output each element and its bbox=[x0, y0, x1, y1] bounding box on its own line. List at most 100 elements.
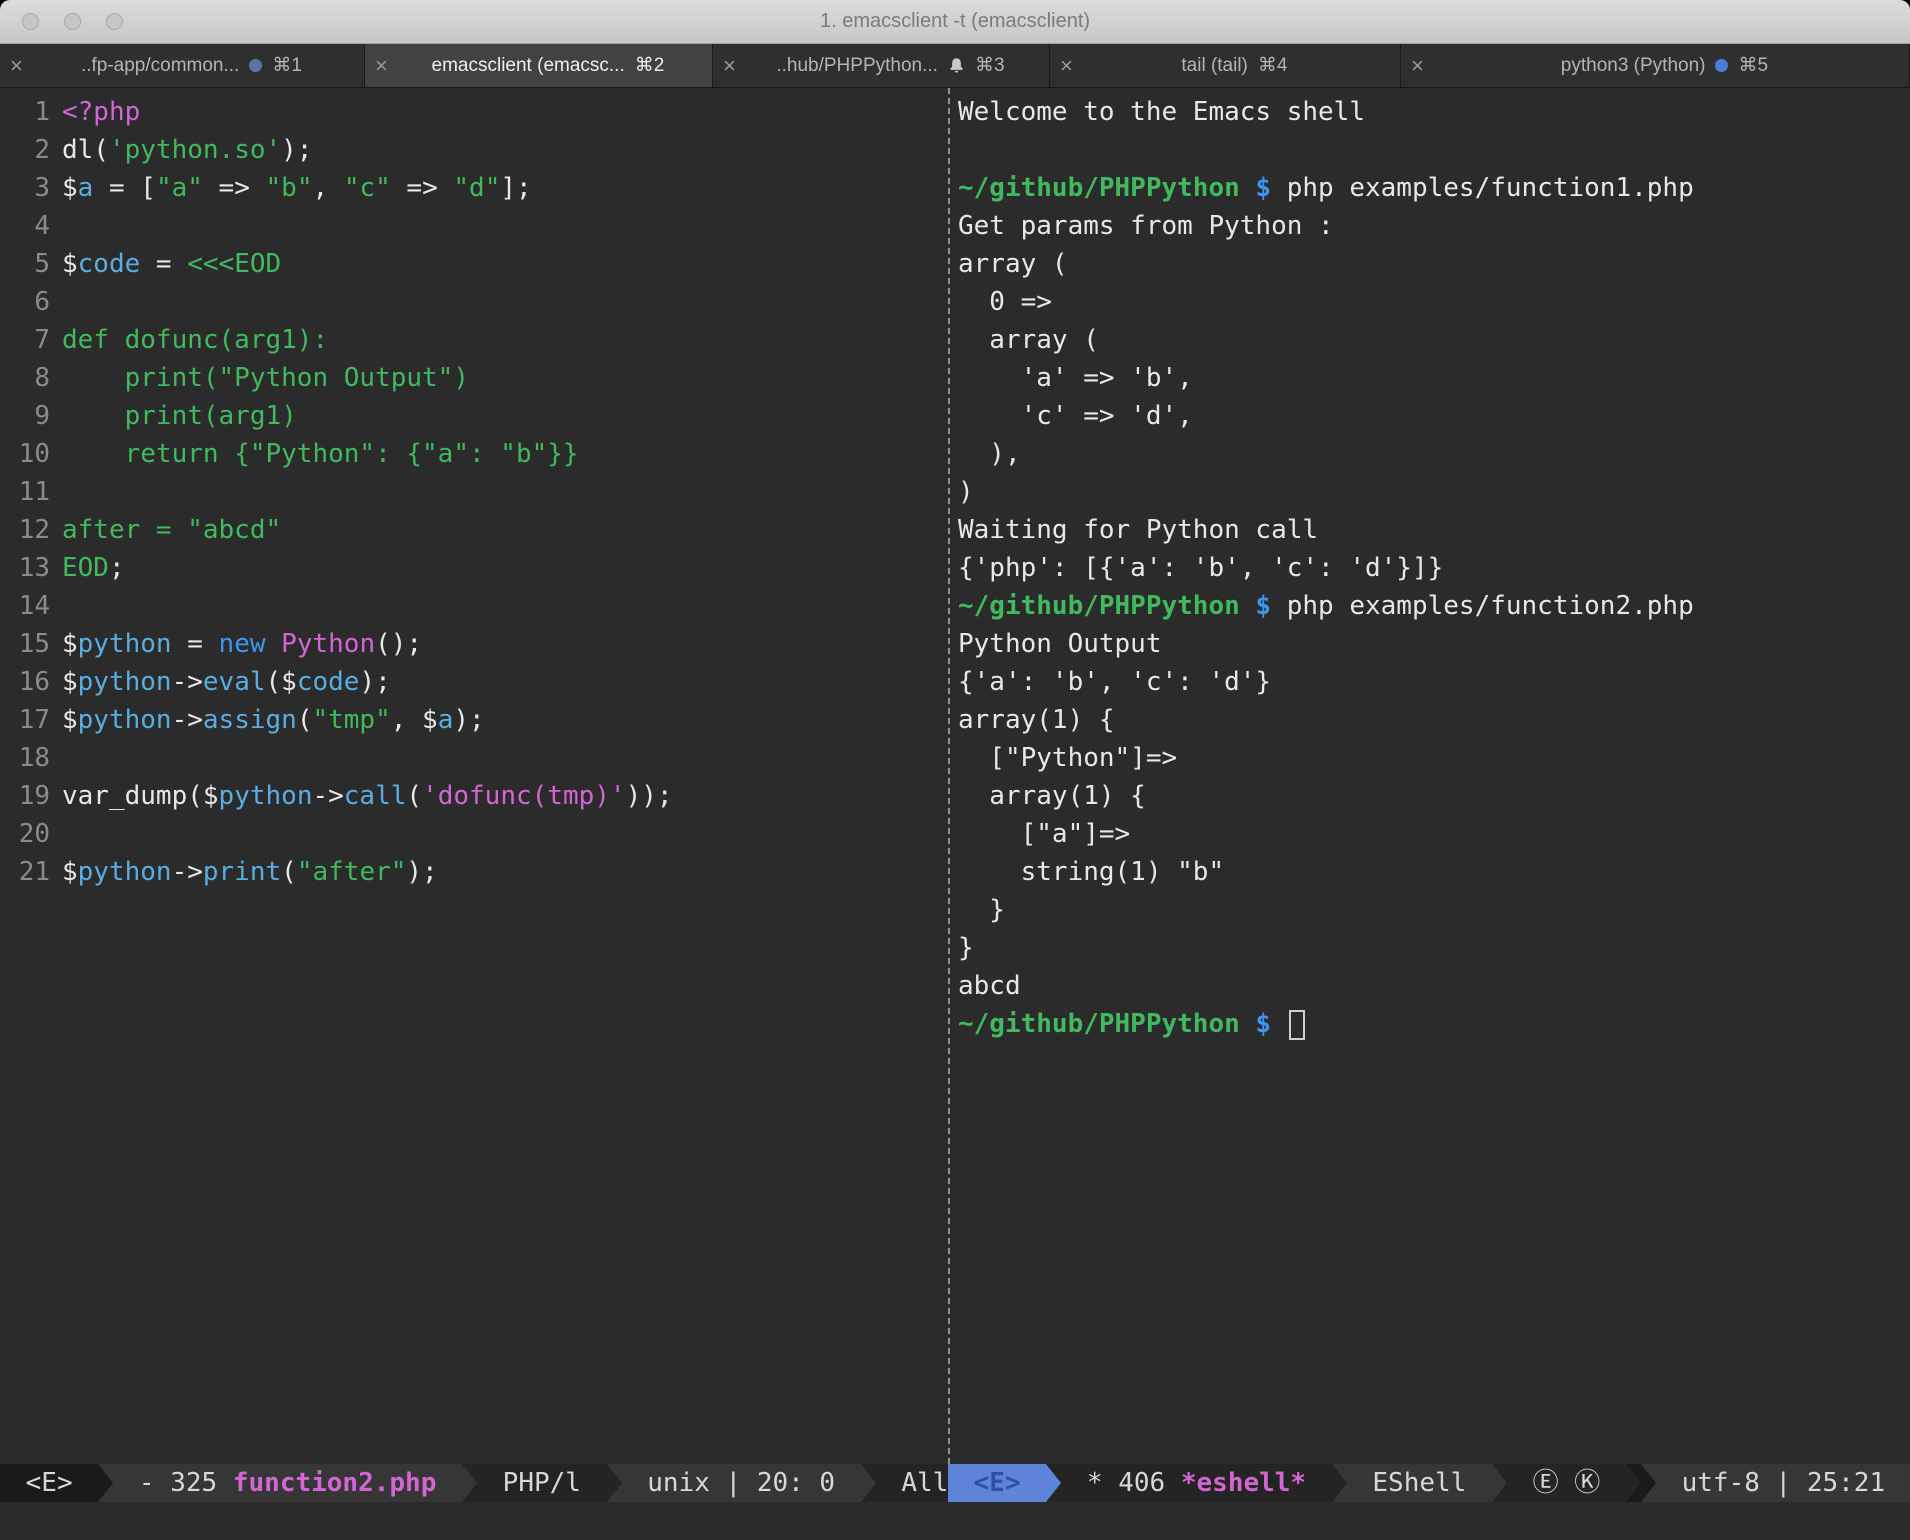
text-segment: string(1) "b" bbox=[958, 857, 1224, 887]
tab-2[interactable]: × emacsclient (emacsc...⌘2 bbox=[365, 44, 713, 87]
terminal-line: {'php': [{'a': 'b', 'c': 'd'}]} bbox=[958, 549, 1910, 587]
tab-1[interactable]: × ..fp-app/common... ⌘1 bbox=[0, 44, 365, 87]
modeline-right: <E> * 406 *eshell* EShell Ⓔ Ⓚ utf-8 | 25… bbox=[948, 1464, 1910, 1502]
modeline-segment: Ⓔ Ⓚ bbox=[1507, 1464, 1626, 1502]
terminal-line: 'a' => 'b', bbox=[958, 359, 1910, 397]
close-button[interactable] bbox=[22, 13, 39, 30]
zoom-button[interactable] bbox=[106, 13, 123, 30]
tab-close-icon[interactable]: × bbox=[1060, 55, 1073, 77]
text-segment: EOD bbox=[62, 553, 109, 583]
text-segment: -> bbox=[172, 857, 203, 887]
tab-shortcut: ⌘2 bbox=[635, 54, 665, 77]
line-number: 6 bbox=[0, 283, 62, 321]
text-segment: $ bbox=[62, 705, 78, 735]
session-activity-dot-icon bbox=[1715, 59, 1728, 72]
tab-content: python3 (Python)⌘5 bbox=[1430, 54, 1899, 77]
text-segment: python bbox=[219, 781, 313, 811]
text-segment: Python bbox=[281, 629, 375, 659]
text-segment: ]; bbox=[500, 173, 531, 203]
text-segment: def dofunc(arg1): bbox=[62, 325, 328, 355]
session-activity-dot-icon bbox=[249, 59, 262, 72]
text-segment: 'c' => 'd', bbox=[958, 401, 1193, 431]
terminal-line: array ( bbox=[958, 321, 1910, 359]
powerline-separator-icon bbox=[98, 1464, 113, 1502]
text-segment: "a" bbox=[156, 173, 203, 203]
modeline-text: EShell bbox=[1357, 1464, 1482, 1502]
window-title: 1. emacsclient -t (emacsclient) bbox=[820, 10, 1090, 33]
text-segment: 'dofunc(tmp)' bbox=[422, 781, 626, 811]
text-segment: = bbox=[140, 249, 187, 279]
text-segment: <<<EOD bbox=[187, 249, 281, 279]
modeline-left: <E> - 325 function2.php PHP/l unix | 20:… bbox=[0, 1464, 948, 1502]
tab-4[interactable]: ×tail (tail)⌘4 bbox=[1050, 44, 1401, 87]
code-line: 10 return {"Python": {"a": "b"}} bbox=[0, 435, 948, 473]
tab-close-icon[interactable]: × bbox=[723, 55, 736, 77]
text-segment: $ bbox=[62, 249, 78, 279]
modeline-text: - 325 bbox=[123, 1464, 233, 1502]
code-line: 6 bbox=[0, 283, 948, 321]
text-segment: Python Output bbox=[958, 629, 1162, 659]
text-segment: dl( bbox=[62, 135, 109, 165]
tab-content: ..hub/PHPPython...⌘3 bbox=[742, 54, 1039, 77]
text-segment bbox=[266, 629, 282, 659]
eshell-buffer-window[interactable]: Welcome to the Emacs shell ~/github/PHPPy… bbox=[948, 88, 1910, 1464]
text-segment: -> bbox=[172, 667, 203, 697]
text-segment: array(1) { bbox=[958, 781, 1146, 811]
modeline-segment: <E> bbox=[948, 1464, 1046, 1502]
terminal-line: Waiting for Python call bbox=[958, 511, 1910, 549]
text-segment: code bbox=[297, 667, 360, 697]
text-segment: php examples/function1.php bbox=[1271, 173, 1694, 203]
text-segment: a bbox=[78, 173, 94, 203]
tab-3[interactable]: × ..hub/PHPPython...⌘3 bbox=[713, 44, 1050, 87]
text-segment: call bbox=[344, 781, 407, 811]
tab-close-icon[interactable]: × bbox=[375, 55, 388, 77]
text-segment: = [ bbox=[93, 173, 156, 203]
code-line: 11 bbox=[0, 473, 948, 511]
terminal-line: Welcome to the Emacs shell bbox=[958, 93, 1910, 131]
terminal-cursor bbox=[1289, 1010, 1305, 1040]
text-segment: {'a': 'b', 'c': 'd'} bbox=[958, 667, 1271, 697]
text-segment: python bbox=[78, 629, 172, 659]
traffic-lights bbox=[22, 0, 123, 43]
text-segment: array(1) { bbox=[958, 705, 1115, 735]
text-segment: = bbox=[172, 629, 219, 659]
tab-content: emacsclient (emacsc...⌘2 bbox=[394, 54, 702, 77]
line-number: 3 bbox=[0, 169, 62, 207]
modeline-text: All bbox=[886, 1464, 948, 1502]
modeline-text: PHP/l bbox=[487, 1464, 597, 1502]
minimize-button[interactable] bbox=[64, 13, 81, 30]
powerline-separator-icon bbox=[1332, 1464, 1347, 1502]
code-line: 19var_dump($python->call('dofunc(tmp)'))… bbox=[0, 777, 948, 815]
modelines: <E> - 325 function2.php PHP/l unix | 20:… bbox=[0, 1464, 1910, 1502]
text-segment: $ bbox=[62, 173, 78, 203]
code-line: 5$code = <<<EOD bbox=[0, 245, 948, 283]
text-segment: Get params from Python : bbox=[958, 211, 1334, 241]
tab-shortcut: ⌘1 bbox=[272, 54, 302, 77]
code-line: 9 print(arg1) bbox=[0, 397, 948, 435]
php-buffer-window[interactable]: 1<?php2dl('python.so');3$a = ["a" => "b"… bbox=[0, 88, 948, 1464]
tab-close-icon[interactable]: × bbox=[10, 55, 23, 77]
terminal-window: 1. emacsclient -t (emacsclient) × ..fp-ap… bbox=[0, 0, 1910, 1540]
text-segment: array ( bbox=[958, 325, 1099, 355]
code-line: 21$python->print("after"); bbox=[0, 853, 948, 891]
code-line: 4 bbox=[0, 207, 948, 245]
terminal-line: Python Output bbox=[958, 625, 1910, 663]
text-segment: -> bbox=[312, 781, 343, 811]
terminal-line: ) bbox=[958, 473, 1910, 511]
echo-area bbox=[0, 1502, 1910, 1540]
powerline-separator-icon bbox=[1492, 1464, 1507, 1502]
terminal-line: ~/github/PHPPython $ php examples/functi… bbox=[958, 587, 1910, 625]
tab-close-icon[interactable]: × bbox=[1411, 55, 1424, 77]
line-number: 21 bbox=[0, 853, 62, 891]
terminal-line: ~/github/PHPPython $ php examples/functi… bbox=[958, 169, 1910, 207]
code-line: 12after = "abcd" bbox=[0, 511, 948, 549]
terminal-line: ["Python"]=> bbox=[958, 739, 1910, 777]
tab-5[interactable]: × python3 (Python)⌘5 bbox=[1401, 44, 1910, 87]
modeline-text: <E> bbox=[958, 1464, 1036, 1502]
text-segment: ["Python"]=> bbox=[958, 743, 1177, 773]
modeline-segment: All bbox=[876, 1464, 948, 1502]
powerline-separator-icon bbox=[607, 1464, 622, 1502]
tab-label: ..fp-app/common... bbox=[81, 55, 239, 77]
text-segment: code bbox=[78, 249, 141, 279]
line-number: 8 bbox=[0, 359, 62, 397]
